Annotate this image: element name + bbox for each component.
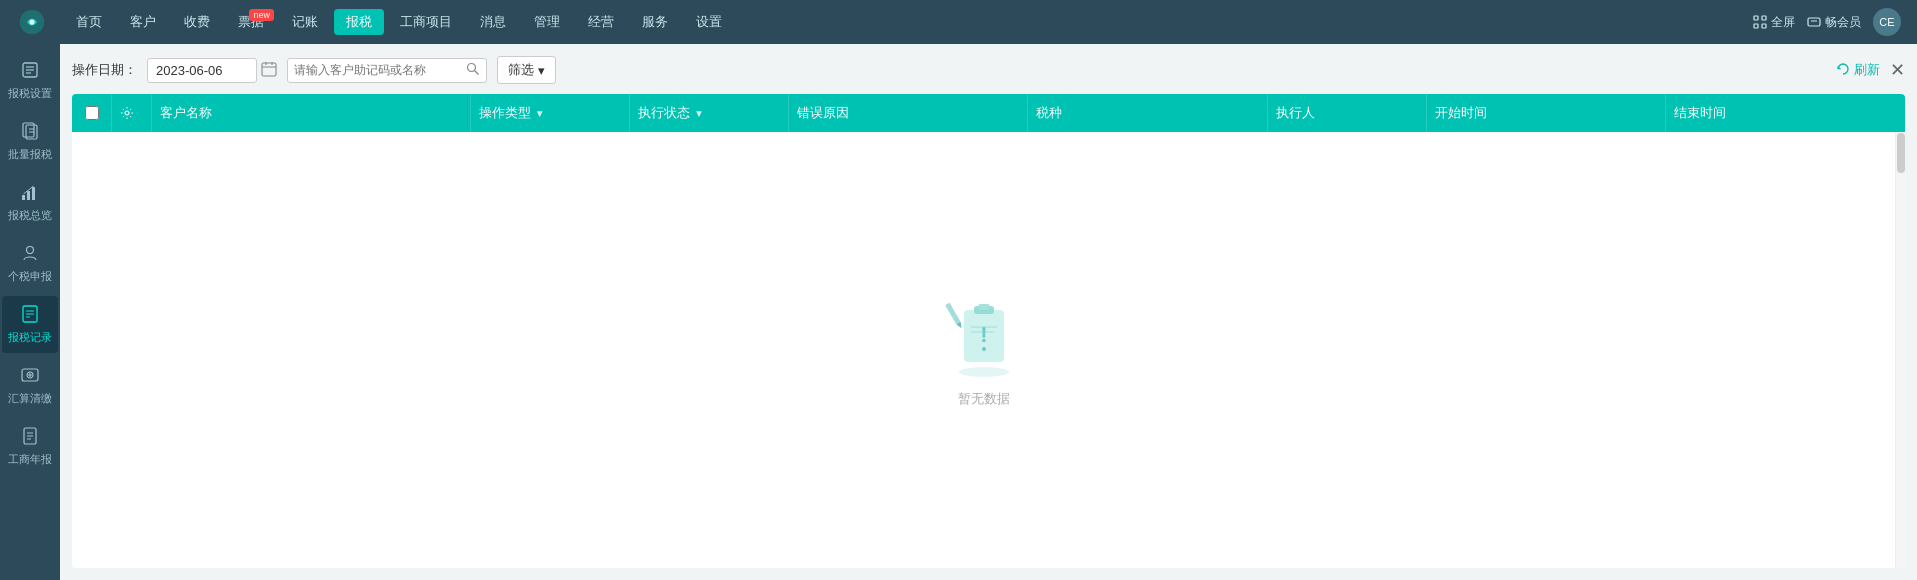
th-tax-type: 税种 bbox=[1028, 94, 1267, 132]
th-client-name: 客户名称 bbox=[152, 94, 471, 132]
scrollbar-track[interactable] bbox=[1895, 132, 1905, 568]
nav-right: 全屏 畅会员 CE bbox=[1753, 8, 1901, 36]
sidebar-item-annual-report[interactable]: 工商年报 bbox=[2, 418, 58, 475]
svg-point-1 bbox=[29, 19, 34, 24]
tax-record-icon bbox=[20, 304, 40, 327]
table-header: 客户名称 操作类型 ▼ 执行状态 ▼ 错误原因 税种 执行人 bbox=[72, 94, 1905, 132]
nav-menu: 首页 客户 收费 票据 new 记账 报税 工商项目 消息 管理 经营 服务 设… bbox=[64, 9, 1753, 35]
sidebar-label-personal-tax: 个税申报 bbox=[8, 269, 52, 284]
invoice-badge: new bbox=[249, 9, 274, 21]
nav-invoice[interactable]: 票据 new bbox=[226, 9, 276, 35]
sidebar-label-batch-tax: 批量报税 bbox=[8, 147, 52, 162]
nav-tax[interactable]: 报税 bbox=[334, 9, 384, 35]
sidebar-label-tax-settings: 报税设置 bbox=[8, 86, 52, 101]
svg-line-37 bbox=[475, 70, 479, 74]
nav-client[interactable]: 客户 bbox=[118, 9, 168, 35]
sidebar-label-annual-report: 工商年报 bbox=[8, 452, 52, 467]
nav-message[interactable]: 消息 bbox=[468, 9, 518, 35]
sidebar-label-tax-record: 报税记录 bbox=[8, 330, 52, 345]
tax-settings-icon bbox=[20, 60, 40, 83]
filter-button[interactable]: 筛选 ▾ bbox=[497, 56, 556, 84]
sidebar-item-batch-tax[interactable]: 批量报税 bbox=[2, 113, 58, 170]
th-end-time: 结束时间 bbox=[1666, 94, 1905, 132]
top-navigation: 首页 客户 收费 票据 new 记账 报税 工商项目 消息 管理 经营 服务 设… bbox=[0, 0, 1917, 44]
svg-rect-2 bbox=[1754, 16, 1758, 20]
table-body: ! 暂无数据 bbox=[72, 132, 1895, 568]
fullscreen-button[interactable]: 全屏 bbox=[1753, 14, 1795, 31]
sidebar-label-settlement: 汇算清缴 bbox=[8, 391, 52, 406]
svg-point-19 bbox=[27, 247, 34, 254]
search-input[interactable] bbox=[294, 63, 466, 77]
toolbar: 操作日期： 筛选 ▾ 刷新 bbox=[72, 56, 1905, 84]
search-box bbox=[287, 58, 487, 83]
th-op-type[interactable]: 操作类型 ▼ bbox=[471, 94, 630, 132]
sidebar-item-settlement[interactable]: 汇算清缴 bbox=[2, 357, 58, 414]
nav-settings[interactable]: 设置 bbox=[684, 9, 734, 35]
svg-rect-6 bbox=[1808, 18, 1820, 26]
sidebar-label-tax-summary: 报税总览 bbox=[8, 208, 52, 223]
svg-point-36 bbox=[468, 63, 476, 71]
chevron-down-icon: ▾ bbox=[538, 63, 545, 78]
personal-tax-icon bbox=[20, 243, 40, 266]
scrollbar-thumb[interactable] bbox=[1897, 133, 1905, 173]
nav-manage[interactable]: 管理 bbox=[522, 9, 572, 35]
nav-home[interactable]: 首页 bbox=[64, 9, 114, 35]
svg-rect-16 bbox=[22, 195, 25, 200]
app-logo[interactable] bbox=[16, 6, 48, 38]
nav-business[interactable]: 工商项目 bbox=[388, 9, 464, 35]
svg-rect-32 bbox=[262, 63, 276, 76]
th-executor: 执行人 bbox=[1268, 94, 1427, 132]
th-error-reason: 错误原因 bbox=[789, 94, 1028, 132]
tax-summary-icon bbox=[20, 182, 40, 205]
calendar-icon[interactable] bbox=[261, 61, 277, 80]
date-field[interactable] bbox=[147, 58, 257, 83]
refresh-button[interactable]: 刷新 bbox=[1836, 61, 1880, 79]
nav-finance[interactable]: 经营 bbox=[576, 9, 626, 35]
th-start-time: 开始时间 bbox=[1427, 94, 1666, 132]
date-label: 操作日期： bbox=[72, 61, 137, 79]
th-settings[interactable] bbox=[112, 94, 152, 132]
empty-illustration: ! bbox=[939, 292, 1029, 382]
svg-rect-4 bbox=[1754, 24, 1758, 28]
refresh-icon bbox=[1836, 62, 1850, 79]
exec-status-sort-icon: ▼ bbox=[694, 108, 704, 119]
op-type-sort-icon: ▼ bbox=[535, 108, 545, 119]
annual-report-icon bbox=[20, 426, 40, 449]
svg-rect-45 bbox=[978, 304, 990, 310]
th-checkbox[interactable] bbox=[72, 94, 112, 132]
content-area: 操作日期： 筛选 ▾ 刷新 bbox=[60, 44, 1917, 580]
batch-tax-icon bbox=[20, 121, 40, 144]
empty-state-container: ! 暂无数据 bbox=[72, 132, 1895, 568]
sidebar-item-tax-record[interactable]: 报税记录 bbox=[2, 296, 58, 353]
svg-rect-3 bbox=[1762, 16, 1766, 20]
empty-text: 暂无数据 bbox=[958, 390, 1010, 408]
svg-point-38 bbox=[125, 111, 129, 115]
select-all-checkbox[interactable] bbox=[85, 106, 99, 120]
close-button[interactable]: ✕ bbox=[1890, 61, 1905, 79]
empty-state: ! 暂无数据 bbox=[919, 272, 1049, 428]
nav-billing[interactable]: 收费 bbox=[172, 9, 222, 35]
main-layout: 报税设置 批量报税 报税总览 个税申报 报税记录 bbox=[0, 44, 1917, 580]
svg-text:!: ! bbox=[980, 322, 987, 347]
nav-accounts[interactable]: 记账 bbox=[280, 9, 330, 35]
svg-point-39 bbox=[959, 367, 1009, 377]
sidebar-item-tax-summary[interactable]: 报税总览 bbox=[2, 174, 58, 231]
date-input-group bbox=[147, 58, 277, 83]
nav-service[interactable]: 服务 bbox=[630, 9, 680, 35]
sidebar-item-personal-tax[interactable]: 个税申报 bbox=[2, 235, 58, 292]
sidebar: 报税设置 批量报税 报税总览 个税申报 报税记录 bbox=[0, 44, 60, 580]
svg-point-47 bbox=[982, 347, 986, 351]
user-avatar[interactable]: CE bbox=[1873, 8, 1901, 36]
table-container: 客户名称 操作类型 ▼ 执行状态 ▼ 错误原因 税种 执行人 bbox=[72, 94, 1905, 568]
table-body-area: ! 暂无数据 bbox=[72, 132, 1905, 568]
svg-rect-17 bbox=[27, 191, 30, 200]
settlement-icon bbox=[20, 365, 40, 388]
svg-rect-5 bbox=[1762, 24, 1766, 28]
member-button[interactable]: 畅会员 bbox=[1807, 14, 1861, 31]
search-icon[interactable] bbox=[466, 62, 480, 79]
th-exec-status[interactable]: 执行状态 ▼ bbox=[630, 94, 789, 132]
sidebar-item-tax-settings[interactable]: 报税设置 bbox=[2, 52, 58, 109]
svg-rect-18 bbox=[32, 187, 35, 200]
